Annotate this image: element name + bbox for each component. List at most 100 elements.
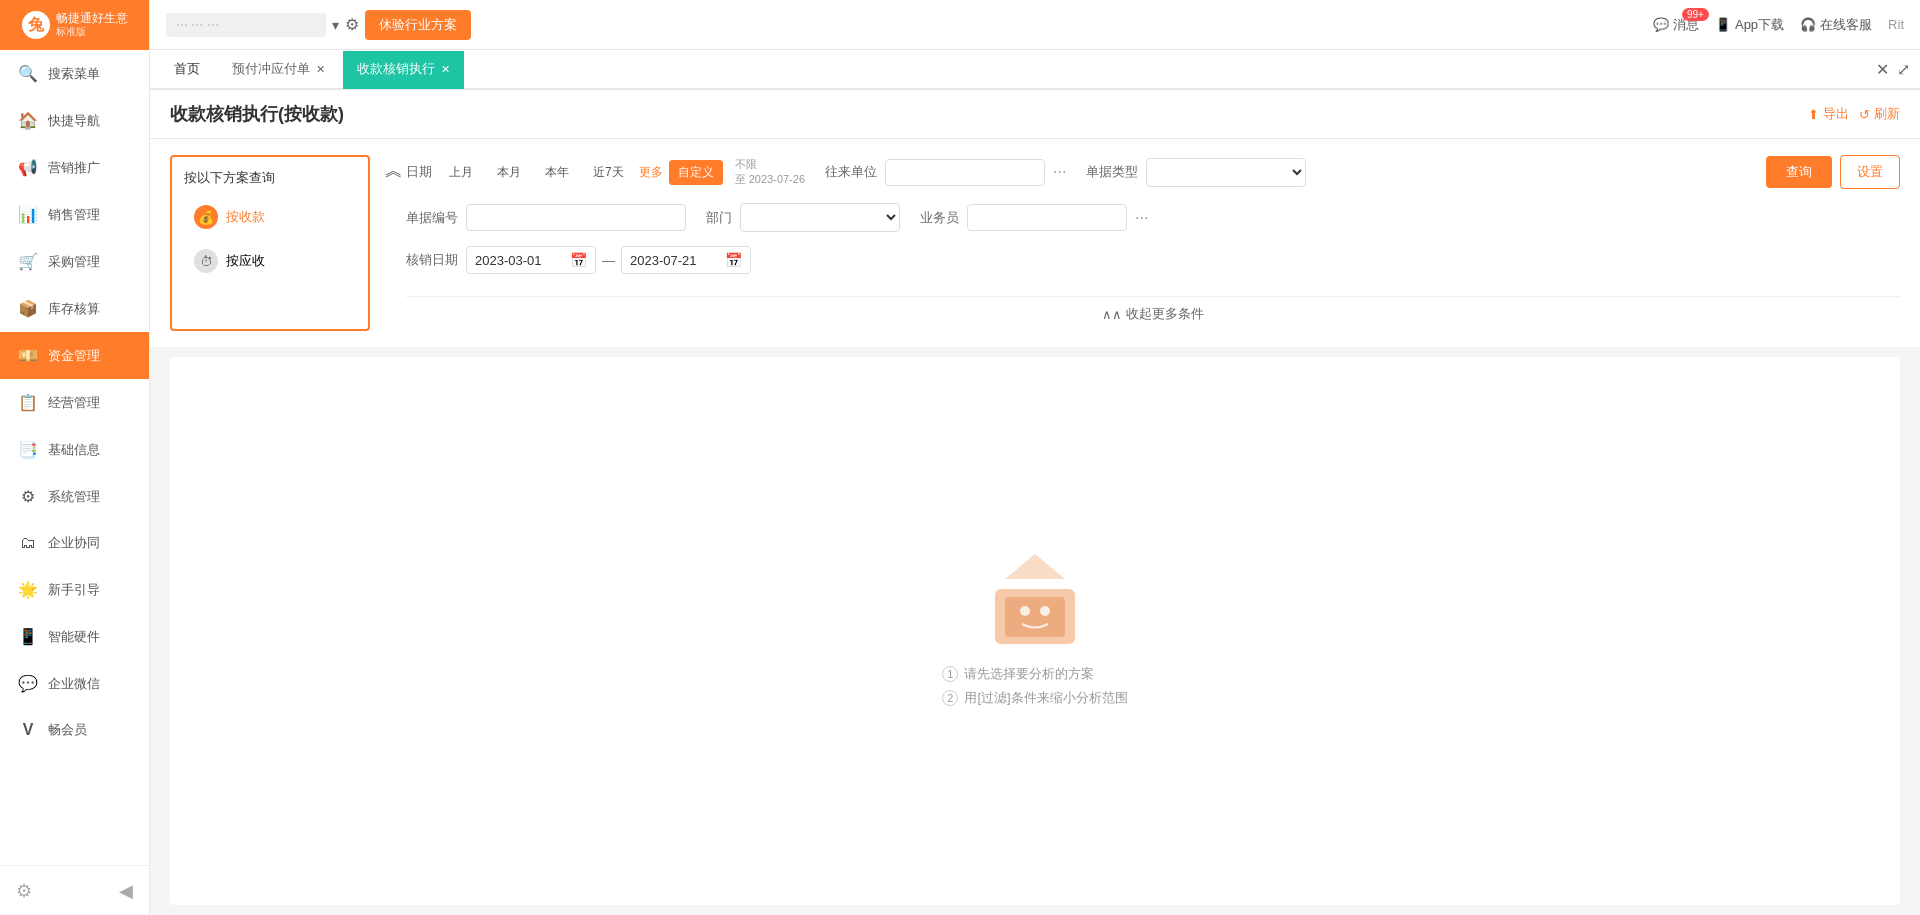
doc-no-field: 单据编号	[406, 204, 686, 231]
tab-collection-close[interactable]: ✕	[441, 63, 450, 76]
tabbar: 首页 预付冲应付单 ✕ 收款核销执行 ✕ ✕ ⤢	[150, 50, 1920, 90]
tabbar-right: ✕ ⤢	[1876, 60, 1910, 79]
sidebar-collapse-icon[interactable]: ◀	[119, 880, 133, 902]
empty-svg	[975, 549, 1095, 649]
sidebar-item-vip[interactable]: V 畅会员	[0, 707, 149, 753]
doc-type-select[interactable]	[1146, 158, 1306, 187]
sidebar-item-guide[interactable]: 🌟 新手引导	[0, 566, 149, 613]
tab-collection[interactable]: 收款核销执行 ✕	[343, 51, 464, 89]
home-icon: 🏠	[18, 111, 38, 130]
query-button[interactable]: 查询	[1766, 156, 1832, 188]
sidebar-item-basic-info[interactable]: 📑 基础信息	[0, 426, 149, 473]
filter-panel-title: 按以下方案查询	[184, 169, 356, 187]
collapse-icon: ∧∧	[1102, 307, 1122, 322]
filter-left-panel: 按以下方案查询 💰 按收款 ⏱ 按应收	[170, 155, 370, 331]
sidebar-item-inventory[interactable]: 📦 库存核算	[0, 285, 149, 332]
filter-right-form: 日期 上月 本月 本年 近7天 更多 自定义 不限 至 2023-07-26	[406, 155, 1900, 331]
staff-field: 业务员 ···	[920, 204, 1148, 231]
tab-expand-icon[interactable]: ⤢	[1897, 60, 1910, 79]
staff-input[interactable]	[967, 204, 1127, 231]
user-info[interactable]: Rit	[1888, 17, 1904, 32]
partner-field: 往来单位 ···	[825, 159, 1066, 186]
topbar-search-box: ⋯ ⋯ ⋯	[166, 13, 326, 37]
date-more[interactable]: 更多	[639, 164, 663, 181]
topbar-dropdown-icon[interactable]: ▾	[332, 17, 339, 33]
date-nolimit: 不限	[735, 157, 805, 172]
filter-option-by-receivable[interactable]: ⏱ 按应收	[184, 241, 356, 281]
svg-point-3	[1040, 606, 1050, 616]
refresh-button[interactable]: ↺ 刷新	[1859, 105, 1900, 123]
empty-illustration	[975, 549, 1095, 649]
sidebar-item-system[interactable]: ⚙ 系统管理	[0, 473, 149, 520]
industry-solution-button[interactable]: 休验行业方案	[365, 10, 471, 40]
dept-select[interactable]	[740, 203, 900, 232]
receivable-icon: ⏱	[194, 249, 218, 273]
marketing-icon: 📢	[18, 158, 38, 177]
search-icon: 🔍	[18, 64, 38, 83]
calendar-start-icon: 📅	[570, 252, 587, 268]
collapse-more-button[interactable]: ∧∧ 收起更多条件	[406, 296, 1900, 331]
receipt-icon: 💰	[194, 205, 218, 229]
sidebar-item-finance[interactable]: 💴 资金管理	[0, 332, 149, 379]
wechat-icon: 💬	[18, 674, 38, 693]
tab-prepay-close[interactable]: ✕	[316, 63, 325, 76]
tab-prepay[interactable]: 预付冲应付单 ✕	[218, 51, 339, 89]
smart-hw-icon: 📱	[18, 627, 38, 646]
filter-area: 按以下方案查询 💰 按收款 ⏱ 按应收 《 日期	[150, 139, 1920, 347]
writeoff-date-range: 2023-03-01 📅 — 2023-07-21 📅	[466, 246, 751, 274]
filter-option-by-receipt[interactable]: 💰 按收款	[184, 197, 356, 237]
topbar-search-area: ⋯ ⋯ ⋯ ▾ ⚙ 休验行业方案	[166, 10, 1643, 40]
date-this-month[interactable]: 本月	[488, 160, 530, 185]
date-custom[interactable]: 自定义	[669, 160, 723, 185]
vip-icon: V	[18, 721, 38, 739]
dept-field: 部门	[706, 203, 900, 232]
date-separator: —	[602, 253, 615, 268]
writeoff-date-start[interactable]: 2023-03-01 📅	[466, 246, 596, 274]
sidebar-item-smart-hw[interactable]: 📱 智能硬件	[0, 613, 149, 660]
finance-icon: 💴	[18, 346, 38, 365]
date-this-year[interactable]: 本年	[536, 160, 578, 185]
tab-close-all-icon[interactable]: ✕	[1876, 60, 1889, 79]
message-button[interactable]: 💬 消息 99+	[1653, 16, 1699, 34]
doc-no-input[interactable]	[466, 204, 686, 231]
export-button[interactable]: ⬆ 导出	[1808, 105, 1849, 123]
online-service-button[interactable]: 🎧 在线客服	[1800, 16, 1872, 34]
sidebar-menu: 🔍 搜索菜单 🏠 快捷导航 📢 营销推广 📊 销售管理 🛒 采购管理 📦 库存核…	[0, 50, 149, 865]
filter-left-collapse-button[interactable]: 《	[382, 155, 406, 165]
purchase-icon: 🛒	[18, 252, 38, 271]
writeoff-date-field: 核销日期 2023-03-01 📅 — 2023-07-21 📅	[406, 246, 751, 274]
sales-icon: 📊	[18, 205, 38, 224]
sidebar-item-sales[interactable]: 📊 销售管理	[0, 191, 149, 238]
sidebar-item-wechat[interactable]: 💬 企业微信	[0, 660, 149, 707]
settings-button[interactable]: 设置	[1840, 155, 1900, 189]
sidebar-item-purchase[interactable]: 🛒 采购管理	[0, 238, 149, 285]
svg-point-2	[1020, 606, 1030, 616]
sidebar-logo: 兔 畅捷通好生意 标准版	[0, 0, 149, 50]
writeoff-date-end[interactable]: 2023-07-21 📅	[621, 246, 751, 274]
date-last-month[interactable]: 上月	[440, 160, 482, 185]
calendar-end-icon: 📅	[725, 252, 742, 268]
tab-home[interactable]: 首页	[160, 51, 214, 89]
sidebar-item-enterprise[interactable]: 🗂 企业协同	[0, 520, 149, 566]
empty-hint-2: 2 用[过滤]条件来缩小分析范围	[942, 689, 1127, 707]
page-content: 收款核销执行(按收款) ⬆ 导出 ↺ 刷新 按以下方案查询 💰 按收款	[150, 90, 1920, 915]
page-header: 收款核销执行(按收款) ⬆ 导出 ↺ 刷新	[150, 90, 1920, 139]
sidebar-item-search[interactable]: 🔍 搜索菜单	[0, 50, 149, 97]
sidebar-item-operation[interactable]: 📋 经营管理	[0, 379, 149, 426]
system-icon: ⚙	[18, 487, 38, 506]
app-download-button[interactable]: 📱 App下载	[1715, 16, 1784, 34]
filter-row-1: 日期 上月 本月 本年 近7天 更多 自定义 不限 至 2023-07-26	[406, 155, 1900, 189]
empty-text: 1 请先选择要分析的方案 2 用[过滤]条件来缩小分析范围	[942, 665, 1127, 713]
partner-input[interactable]	[885, 159, 1045, 186]
partner-more-icon[interactable]: ···	[1053, 163, 1066, 181]
quick-dates: 上月 本月 本年 近7天 更多 自定义	[440, 160, 723, 185]
sidebar-item-quick-nav[interactable]: 🏠 快捷导航	[0, 97, 149, 144]
sidebar-item-marketing[interactable]: 📢 营销推广	[0, 144, 149, 191]
staff-more-icon[interactable]: ···	[1135, 209, 1148, 227]
sidebar-footer: ⚙ ◀	[0, 865, 149, 915]
date-last-7days[interactable]: 近7天	[584, 160, 633, 185]
service-icon: 🎧	[1800, 17, 1816, 32]
topbar-gear-icon[interactable]: ⚙	[345, 15, 359, 34]
export-icon: ⬆	[1808, 107, 1819, 122]
sidebar-settings-icon[interactable]: ⚙	[16, 880, 32, 902]
